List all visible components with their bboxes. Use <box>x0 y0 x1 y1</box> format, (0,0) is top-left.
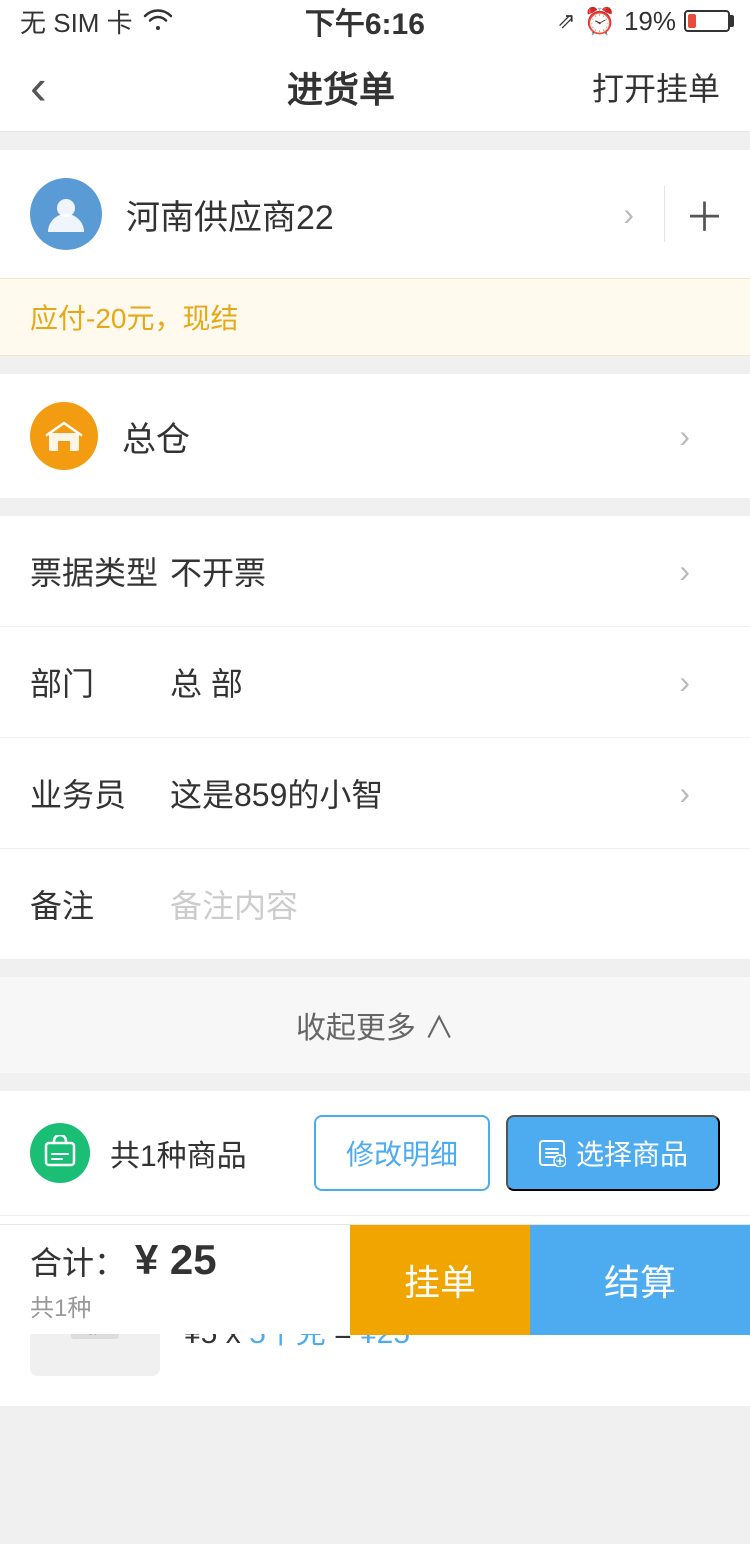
page-title: 进货单 <box>287 61 395 113</box>
warehouse-chevron-icon: › <box>679 418 690 455</box>
bottom-bar: 合计： ¥ 25 共1种 挂单 结算 <box>0 1224 750 1334</box>
total-amount: ¥ 25 <box>135 1236 217 1283</box>
salesperson-chevron-icon: › <box>679 775 690 812</box>
remark-label: 备注 <box>30 881 170 927</box>
warehouse-section: 总仓 › <box>0 374 750 498</box>
open-hang-button[interactable]: 打开挂单 <box>592 64 720 110</box>
battery-icon <box>684 10 730 32</box>
status-time: 下午6:16 <box>305 0 425 43</box>
supplier-chevron-icon: › <box>623 196 634 233</box>
collapse-button[interactable]: 收起更多 ∧ <box>0 977 750 1073</box>
total-count: 共1种 <box>30 1288 320 1323</box>
total-line: 合计： ¥ 25 <box>30 1236 320 1284</box>
invoice-value: 不开票 <box>170 548 679 594</box>
total-section: 合计： ¥ 25 共1种 <box>0 1236 350 1323</box>
salesperson-value: 这是859的小智 <box>170 770 679 816</box>
checkout-button[interactable]: 结算 <box>530 1225 750 1335</box>
product-count-text: 共1种商品 <box>110 1131 314 1175</box>
form-section: 票据类型 不开票 › 部门 总 部 › 业务员 这是859的小智 › 备注 备注… <box>0 516 750 959</box>
warehouse-icon <box>30 402 98 470</box>
wifi-icon <box>143 6 173 37</box>
invoice-label: 票据类型 <box>30 548 170 594</box>
department-label: 部门 <box>30 659 170 705</box>
select-product-button[interactable]: 选择商品 <box>506 1115 720 1191</box>
status-bar: 无 SIM 卡 下午6:16 ⇗ ⏰ 19% <box>0 0 750 42</box>
supplier-name: 河南供应商22 <box>126 190 623 239</box>
department-chevron-icon: › <box>679 664 690 701</box>
location-icon: ⇗ <box>557 8 575 34</box>
alarm-icon: ⏰ <box>584 6 616 37</box>
warehouse-name: 总仓 <box>122 412 679 461</box>
remark-input[interactable]: 备注内容 <box>170 881 720 927</box>
select-product-label: 选择商品 <box>576 1133 688 1173</box>
supplier-section: 河南供应商22 › ＋ 应付-20元，现结 <box>0 150 750 356</box>
carrier-label: 无 SIM 卡 <box>20 3 133 40</box>
total-label: 合计： <box>30 1245 126 1281</box>
status-left: 无 SIM 卡 <box>20 3 173 40</box>
back-button[interactable]: ‹ <box>30 58 90 116</box>
product-header: 共1种商品 修改明细 选择商品 <box>0 1091 750 1216</box>
product-count-icon <box>30 1123 90 1183</box>
supplier-row[interactable]: 河南供应商22 › ＋ <box>0 150 750 278</box>
supplier-alert: 应付-20元，现结 <box>0 278 750 356</box>
main-content: 河南供应商22 › ＋ 应付-20元，现结 总仓 › 票据类型 不开票 › <box>0 150 750 1544</box>
add-supplier-button[interactable]: ＋ <box>664 186 720 242</box>
edit-detail-button[interactable]: 修改明细 <box>314 1115 490 1191</box>
nav-bar: ‹ 进货单 打开挂单 <box>0 42 750 132</box>
department-value: 总 部 <box>170 659 679 705</box>
salesperson-row[interactable]: 业务员 这是859的小智 › <box>0 738 750 849</box>
salesperson-label: 业务员 <box>30 770 170 816</box>
warehouse-row[interactable]: 总仓 › <box>0 374 750 498</box>
supplier-avatar <box>30 178 102 250</box>
department-row[interactable]: 部门 总 部 › <box>0 627 750 738</box>
invoice-type-row[interactable]: 票据类型 不开票 › <box>0 516 750 627</box>
battery-percentage: 19% <box>624 6 676 37</box>
invoice-chevron-icon: › <box>679 553 690 590</box>
status-right: ⇗ ⏰ 19% <box>557 6 730 37</box>
remark-row[interactable]: 备注 备注内容 <box>0 849 750 959</box>
hang-button[interactable]: 挂单 <box>350 1225 530 1335</box>
